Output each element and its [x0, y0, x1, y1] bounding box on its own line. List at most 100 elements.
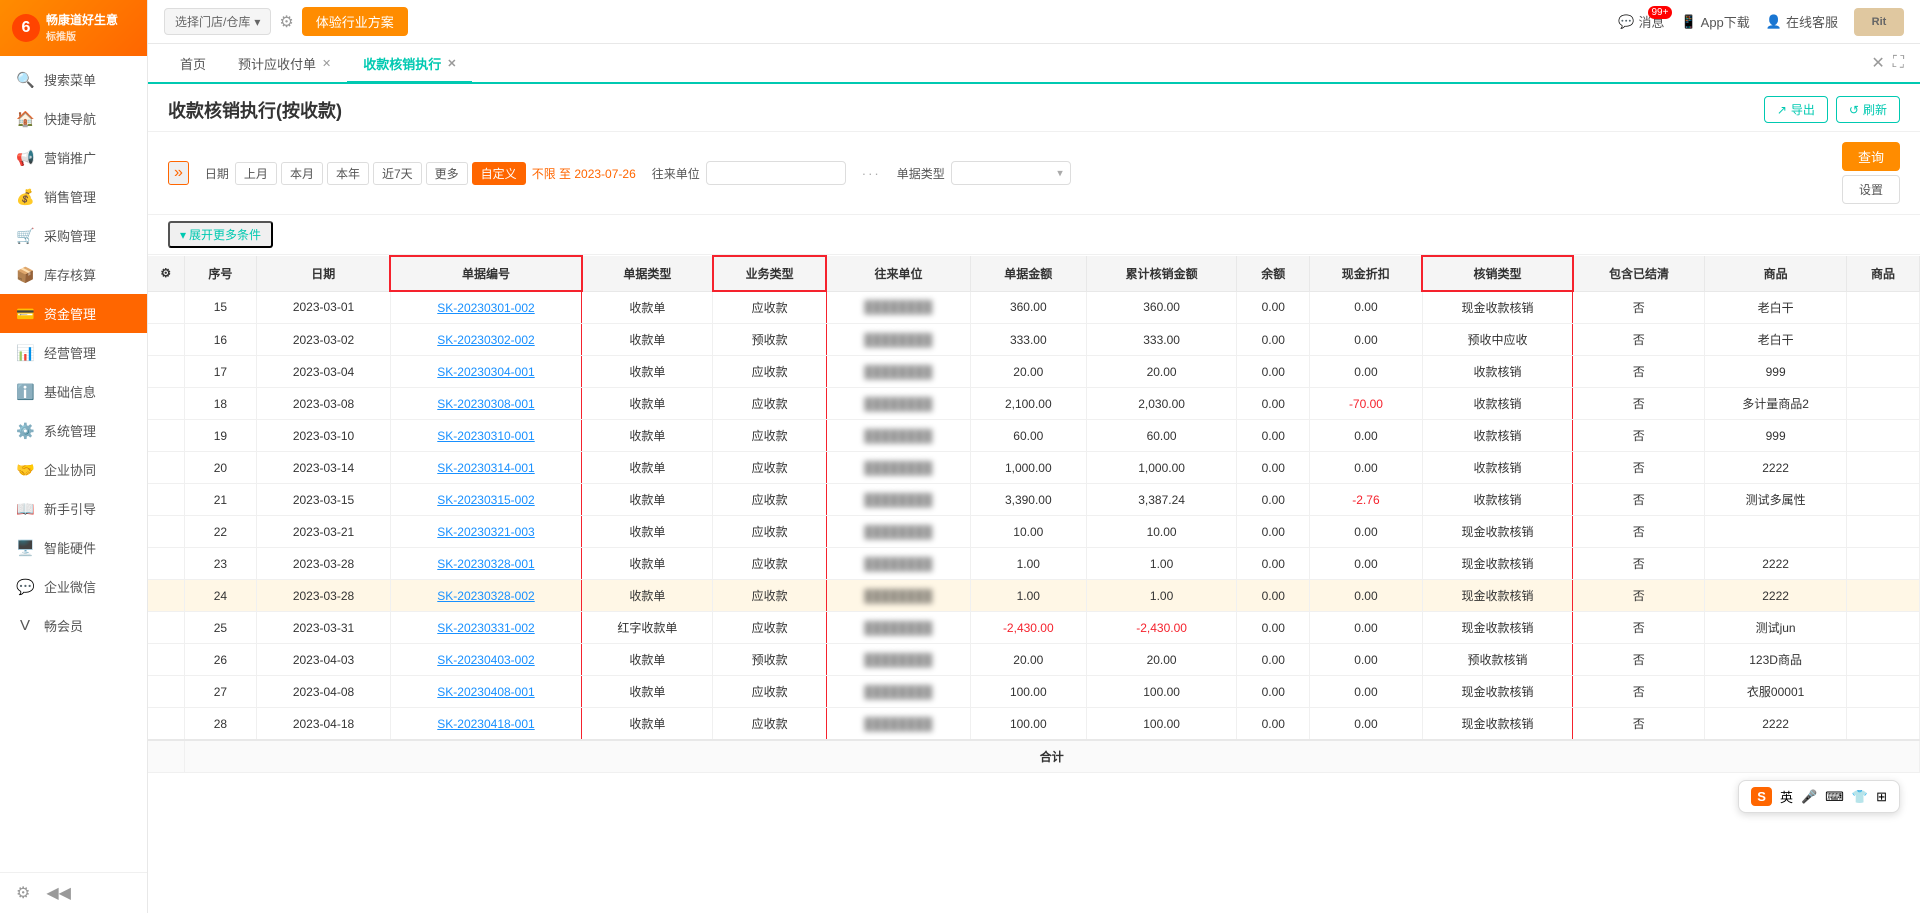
tab-home-label: 首页: [180, 54, 206, 73]
td-bill-type: 收款单: [582, 291, 713, 324]
sidebar-item-search[interactable]: 🔍 搜索菜单: [0, 60, 147, 99]
td-bill-no[interactable]: SK-20230418-001: [390, 708, 582, 741]
sidebar-item-label: 企业微信: [44, 577, 96, 596]
sidebar-item-wechat[interactable]: 💬 企业微信: [0, 567, 147, 606]
online-service-button[interactable]: 👤 在线客服: [1766, 12, 1838, 31]
sidebar-item-purchase[interactable]: 🛒 采购管理: [0, 216, 147, 255]
td-bill-no[interactable]: SK-20230328-001: [390, 548, 582, 580]
td-bill-no[interactable]: SK-20230301-002: [390, 291, 582, 324]
sidebar-item-label: 基础信息: [44, 382, 96, 401]
solution-button[interactable]: 体验行业方案: [302, 7, 408, 36]
sidebar-item-basic[interactable]: ℹ️ 基础信息: [0, 372, 147, 411]
collapse-icon[interactable]: ◀◀: [46, 883, 71, 903]
td-writeoff-type: 现金收款核销: [1422, 548, 1573, 580]
td-balance: 0.00: [1237, 452, 1310, 484]
td-bill-no[interactable]: SK-20230328-002: [390, 580, 582, 612]
receipt-type-label: 单据类型: [897, 165, 945, 182]
expand-more-button[interactable]: ▾ 展开更多条件: [168, 221, 273, 248]
export-button[interactable]: ↗ 导出: [1764, 96, 1828, 123]
filter-settings-button[interactable]: 设置: [1842, 175, 1900, 204]
tab-writeoff-close[interactable]: ✕: [447, 57, 456, 70]
sidebar-item-guide[interactable]: 📖 新手引导: [0, 489, 147, 528]
td-bill-no[interactable]: SK-20230310-001: [390, 420, 582, 452]
sidebar-item-label: 采购管理: [44, 226, 96, 245]
tab-preorder[interactable]: 预计应收付单 ✕: [222, 46, 347, 83]
sidebar-item-marketing[interactable]: 📢 营销推广: [0, 138, 147, 177]
sidebar-item-corp[interactable]: 🤝 企业协同: [0, 450, 147, 489]
keyboard-icon[interactable]: ⌨: [1825, 789, 1844, 805]
sidebar-item-operation[interactable]: 📊 经营管理: [0, 333, 147, 372]
service-icon: 👤: [1766, 14, 1782, 30]
td-balance: 0.00: [1237, 356, 1310, 388]
app-download-button[interactable]: 📱 App下载: [1680, 12, 1749, 31]
td-unit: ████████: [826, 516, 970, 548]
date-this-month[interactable]: 本月: [281, 162, 323, 185]
wechat-icon: 💬: [16, 578, 34, 596]
shirt-icon[interactable]: 👕: [1852, 789, 1868, 805]
sidebar-item-system[interactable]: ⚙️ 系统管理: [0, 411, 147, 450]
td-no: 23: [184, 548, 257, 580]
unit-input[interactable]: [706, 161, 846, 185]
sidebar-item-quick[interactable]: 🏠 快捷导航: [0, 99, 147, 138]
refresh-button[interactable]: ↺ 刷新: [1836, 96, 1900, 123]
store-selector[interactable]: 选择门店/仓库 ▾: [164, 8, 271, 35]
tab-home[interactable]: 首页: [164, 46, 222, 83]
td-bill-no[interactable]: SK-20230314-001: [390, 452, 582, 484]
td-settings: [148, 548, 184, 580]
td-bill-no[interactable]: SK-20230403-002: [390, 644, 582, 676]
td-bill-no[interactable]: SK-20230308-001: [390, 388, 582, 420]
sidebar-item-finance[interactable]: 💳 资金管理: [0, 294, 147, 333]
td-bill-no[interactable]: SK-20230315-002: [390, 484, 582, 516]
td-writeoff-amount: 1,000.00: [1086, 452, 1237, 484]
receipt-type-select[interactable]: [951, 161, 1071, 185]
td-unit: ████████: [826, 452, 970, 484]
tab-writeoff[interactable]: 收款核销执行 ✕: [347, 46, 472, 83]
sidebar-item-member[interactable]: V 畅会员: [0, 606, 147, 645]
td-bill-no[interactable]: SK-20230304-001: [390, 356, 582, 388]
date-prev-month[interactable]: 上月: [235, 162, 277, 185]
td-writeoff-amount: 20.00: [1086, 356, 1237, 388]
settings-footer-icon[interactable]: ⚙: [16, 883, 30, 903]
mic-icon[interactable]: 🎤: [1801, 789, 1817, 805]
td-writeoff-type: 预收款核销: [1422, 644, 1573, 676]
td-settings: [148, 291, 184, 324]
expand-icon[interactable]: ⛶: [1893, 54, 1904, 72]
message-button[interactable]: 💬 消息 99+: [1618, 12, 1664, 31]
date-more[interactable]: 更多: [426, 162, 468, 185]
guide-icon: 📖: [16, 500, 34, 518]
tab-preorder-close[interactable]: ✕: [322, 57, 331, 70]
refresh-icon: ↺: [1849, 103, 1859, 117]
settings-icon[interactable]: ⚙: [279, 12, 293, 32]
td-bill-type: 收款单: [582, 484, 713, 516]
td-goods: 2222: [1705, 708, 1847, 741]
td-bill-type: 红字收款单: [582, 612, 713, 644]
table-header-row: ⚙ 序号 日期 单据编号 单据类型 业务类型 往来单位 单据金额 累计核销金额 …: [148, 256, 1920, 291]
query-button[interactable]: 查询: [1842, 142, 1900, 171]
sidebar-item-sales[interactable]: 💰 销售管理: [0, 177, 147, 216]
sidebar-item-inventory[interactable]: 📦 库存核算: [0, 255, 147, 294]
grid-icon[interactable]: ⊞: [1876, 789, 1887, 805]
td-goods2: [1847, 676, 1920, 708]
td-bill-no[interactable]: SK-20230331-002: [390, 612, 582, 644]
td-bill-no[interactable]: SK-20230302-002: [390, 324, 582, 356]
td-writeoff-type: 现金收款核销: [1422, 676, 1573, 708]
date-7days[interactable]: 近7天: [373, 162, 422, 185]
td-bill-no[interactable]: SK-20230321-003: [390, 516, 582, 548]
td-writeoff-amount: 1.00: [1086, 548, 1237, 580]
date-this-year[interactable]: 本年: [327, 162, 369, 185]
date-custom[interactable]: 自定义: [472, 162, 526, 185]
table-row: 16 2023-03-02 SK-20230302-002 收款单 预收款 ██…: [148, 324, 1920, 356]
td-date: 2023-04-18: [257, 708, 390, 741]
logo-title: 畅康道好生意: [46, 13, 118, 29]
avatar[interactable]: Rit: [1854, 8, 1904, 36]
close-all-icon[interactable]: ✕: [1871, 53, 1884, 73]
table-row: 24 2023-03-28 SK-20230328-002 收款单 应收款 ██…: [148, 580, 1920, 612]
column-settings-icon[interactable]: ⚙: [160, 266, 171, 280]
td-writeoff-amount: 100.00: [1086, 676, 1237, 708]
sidebar-item-hardware[interactable]: 🖥️ 智能硬件: [0, 528, 147, 567]
td-bill-no[interactable]: SK-20230408-001: [390, 676, 582, 708]
filter-toggle-button[interactable]: »: [168, 161, 189, 185]
th-include-cleared: 包含已结清: [1573, 256, 1705, 291]
th-settings[interactable]: ⚙: [148, 256, 184, 291]
td-settings: [148, 452, 184, 484]
